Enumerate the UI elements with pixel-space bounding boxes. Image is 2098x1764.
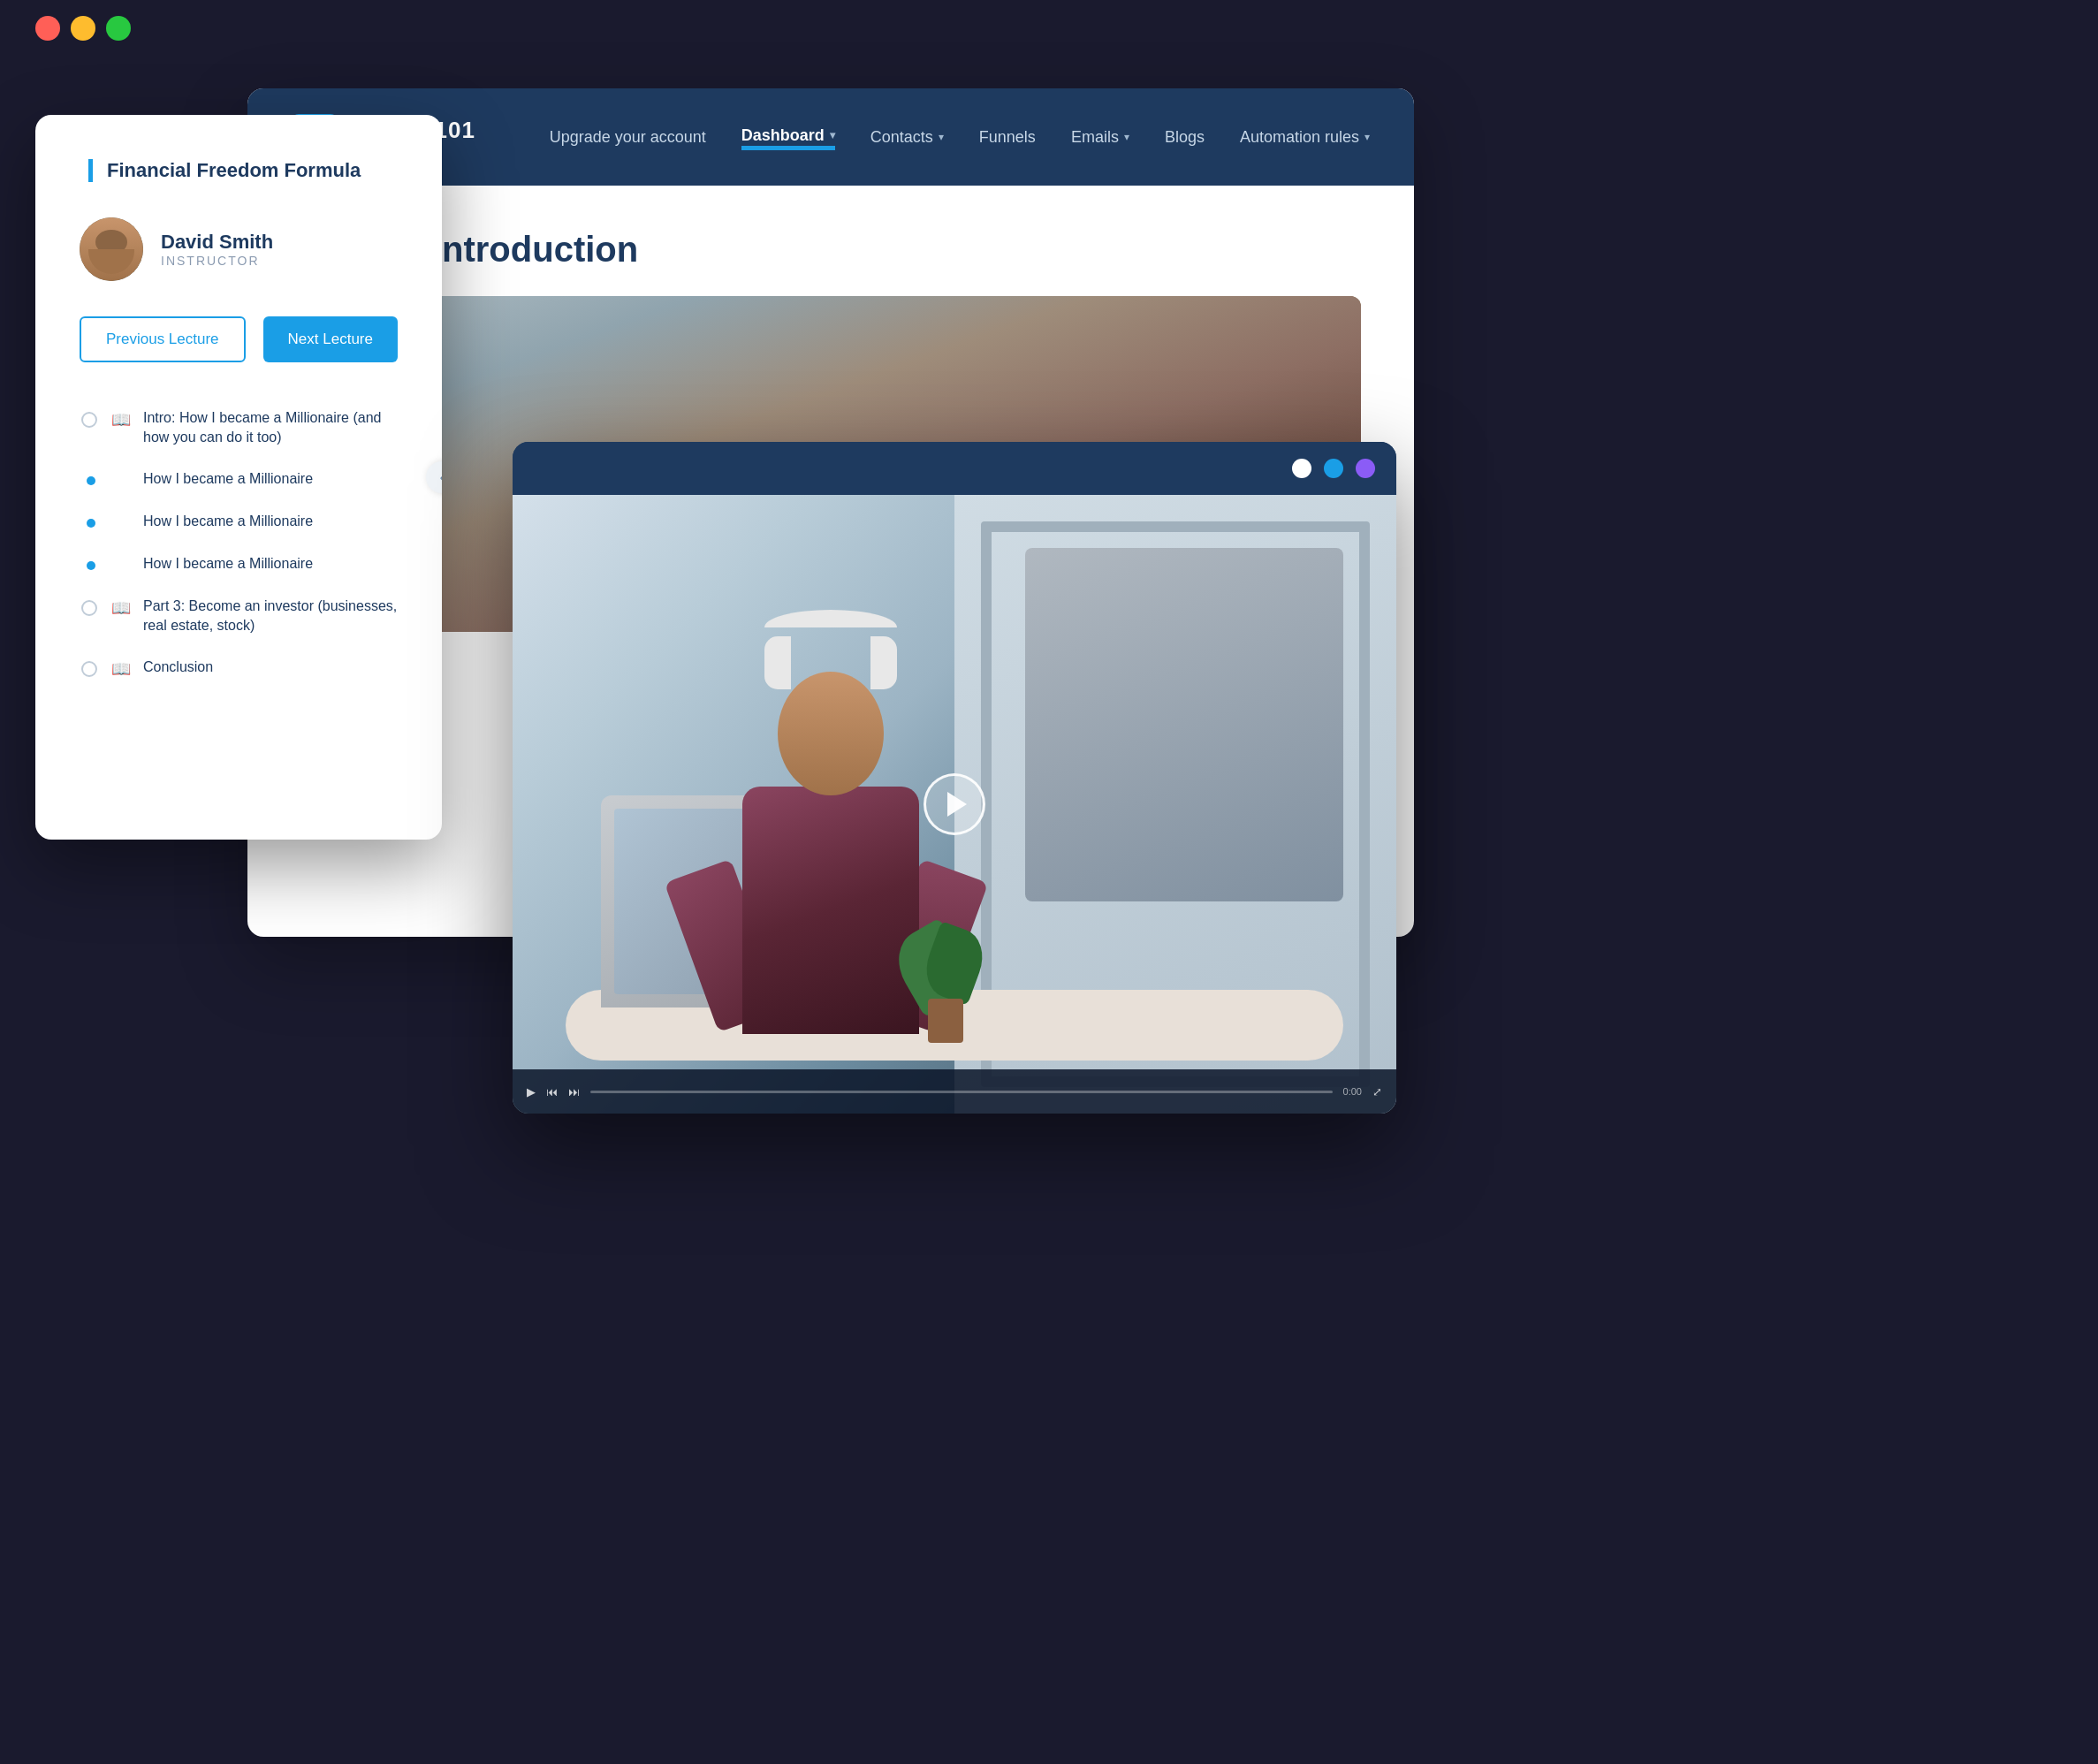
- book-icon: 📖: [111, 598, 131, 618]
- nav-contacts[interactable]: Contacts ▾: [870, 128, 944, 147]
- maximize-dot[interactable]: [106, 16, 131, 41]
- section-title: Course Introduction: [300, 230, 1361, 270]
- list-item-text: Conclusion: [143, 658, 407, 677]
- instructor-area: David Smith INSTRUCTOR: [71, 217, 407, 281]
- person-head: [778, 672, 884, 795]
- dot-icon: [80, 471, 99, 490]
- list-item[interactable]: 📖 Intro: How I became a Millionaire (and…: [80, 398, 407, 459]
- course-name: Financial Freedom Formula: [88, 159, 407, 182]
- bg-building: [1025, 548, 1343, 901]
- list-item-text: Part 3: Become an investor (businesses, …: [143, 597, 407, 636]
- play-icon: [947, 792, 967, 817]
- list-item-text: Intro: How I became a Millionaire (and h…: [143, 408, 407, 448]
- curriculum-list: 📖 Intro: How I became a Millionaire (and…: [71, 398, 407, 689]
- list-item[interactable]: 📖 Part 3: Become an investor (businesses…: [80, 586, 407, 647]
- plant-pot: [928, 999, 963, 1043]
- headphone-right: [870, 636, 897, 689]
- sidebar-content: Financial Freedom Formula David Smith IN…: [35, 115, 442, 734]
- nav-dashboard[interactable]: Dashboard ▾: [741, 126, 835, 145]
- video-window-dot-purple[interactable]: [1356, 459, 1375, 478]
- avatar-image: [80, 217, 143, 281]
- video-window-dot-white[interactable]: [1292, 459, 1311, 478]
- list-item[interactable]: How I became a Millionaire: [80, 544, 407, 586]
- chevron-down-icon: ▾: [830, 129, 835, 141]
- video-timestamp: 0:00: [1343, 1086, 1362, 1097]
- video-controls-bar: ▶ ⏮ ⏭ 0:00 ⤢: [513, 1069, 1396, 1114]
- lecture-nav-buttons: Previous Lecture Next Lecture: [71, 316, 407, 362]
- nav-links: Upgrade your account Dashboard ▾ Contact…: [550, 126, 1370, 148]
- nav-upgrade[interactable]: Upgrade your account: [550, 128, 706, 147]
- mac-window-controls: [35, 16, 131, 41]
- progress-bar[interactable]: [590, 1091, 1333, 1093]
- list-item-text: How I became a Millionaire: [111, 554, 407, 574]
- video-player-window: ▶ ⏮ ⏭ 0:00 ⤢: [513, 442, 1396, 1114]
- plant: [901, 901, 990, 1043]
- video-area: ▶ ⏮ ⏭ 0:00 ⤢: [513, 495, 1396, 1114]
- instructor-name: David Smith: [161, 231, 273, 254]
- fullscreen-button[interactable]: ⤢: [1372, 1085, 1382, 1099]
- chevron-down-icon: ▾: [939, 131, 944, 143]
- list-item-text: How I became a Millionaire: [111, 512, 407, 531]
- play-pause-button[interactable]: ▶: [527, 1085, 536, 1099]
- list-item[interactable]: 📖 Conclusion: [80, 647, 407, 689]
- list-item[interactable]: How I became a Millionaire: [80, 459, 407, 501]
- video-window-dot-blue[interactable]: [1324, 459, 1343, 478]
- nav-blogs[interactable]: Blogs: [1165, 128, 1205, 147]
- dot-icon: [80, 556, 99, 575]
- nav-automation[interactable]: Automation rules ▾: [1240, 128, 1370, 147]
- dot-icon: [80, 513, 99, 533]
- book-icon: 📖: [111, 410, 131, 430]
- avatar: [80, 217, 143, 281]
- book-icon: 📖: [111, 659, 131, 679]
- video-titlebar: [513, 442, 1396, 495]
- nav-active-indicator: [741, 148, 835, 150]
- list-item-text: How I became a Millionaire: [111, 469, 407, 489]
- nav-dashboard-wrapper: Dashboard ▾: [741, 126, 835, 148]
- instructor-info: David Smith INSTRUCTOR: [161, 231, 273, 268]
- close-dot[interactable]: [35, 16, 60, 41]
- rewind-button[interactable]: ⏮: [546, 1085, 558, 1099]
- chevron-down-icon: ▾: [1364, 131, 1370, 143]
- nav-funnels[interactable]: Funnels: [979, 128, 1036, 147]
- forward-button[interactable]: ⏭: [568, 1085, 580, 1099]
- chevron-left-icon: ‹: [440, 470, 442, 484]
- headphone-left: [764, 636, 791, 689]
- minimize-dot[interactable]: [71, 16, 95, 41]
- circle-icon: [80, 598, 99, 618]
- circle-icon: [80, 410, 99, 430]
- nav-emails[interactable]: Emails ▾: [1071, 128, 1129, 147]
- chevron-down-icon: ▾: [1124, 131, 1129, 143]
- list-item[interactable]: How I became a Millionaire: [80, 501, 407, 544]
- instructor-role: INSTRUCTOR: [161, 254, 273, 268]
- sidebar-panel: Financial Freedom Formula David Smith IN…: [35, 115, 442, 840]
- play-button[interactable]: [924, 773, 985, 835]
- next-lecture-button[interactable]: Next Lecture: [263, 316, 398, 362]
- person-torso: [742, 787, 919, 1034]
- circle-icon: [80, 659, 99, 679]
- previous-lecture-button[interactable]: Previous Lecture: [80, 316, 246, 362]
